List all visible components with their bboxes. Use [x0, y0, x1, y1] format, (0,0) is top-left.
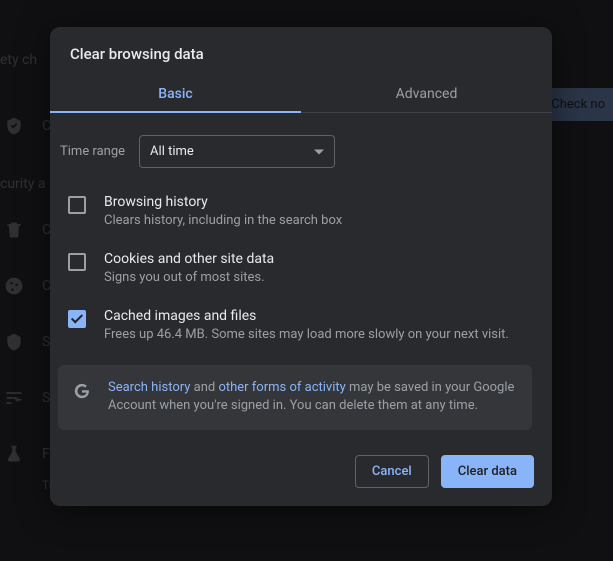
option-desc: Signs you out of most sites. — [104, 269, 532, 288]
time-range-value: All time — [150, 144, 194, 159]
option-title: Cookies and other site data — [104, 251, 532, 267]
checkbox-browsing-history[interactable] — [68, 196, 86, 214]
option-title: Browsing history — [104, 194, 532, 210]
dialog-tabs: Basic Advanced — [50, 75, 552, 113]
checkbox-cookies[interactable] — [68, 253, 86, 271]
tab-basic[interactable]: Basic — [50, 75, 301, 112]
time-range-label: Time range — [60, 144, 125, 159]
clear-browsing-data-dialog: Clear browsing data Basic Advanced Time … — [50, 27, 552, 506]
time-range-select[interactable]: All time — [139, 135, 335, 168]
clear-data-button[interactable]: Clear data — [441, 455, 534, 488]
option-cached[interactable]: Cached images and files Frees up 46.4 MB… — [58, 298, 532, 355]
option-browsing-history[interactable]: Browsing history Clears history, includi… — [58, 184, 532, 241]
search-history-link[interactable]: Search history — [108, 380, 190, 395]
cancel-button[interactable]: Cancel — [355, 455, 429, 488]
option-desc: Clears history, including in the search … — [104, 212, 532, 231]
chevron-down-icon — [314, 149, 324, 154]
google-icon — [72, 381, 92, 401]
tab-advanced[interactable]: Advanced — [301, 75, 552, 112]
option-desc: Frees up 46.4 MB. Some sites may load mo… — [104, 326, 532, 345]
other-activity-link[interactable]: other forms of activity — [218, 380, 345, 395]
dialog-title: Clear browsing data — [50, 27, 552, 75]
option-title: Cached images and files — [104, 308, 532, 324]
checkbox-cached[interactable] — [68, 310, 86, 328]
option-cookies[interactable]: Cookies and other site data Signs you ou… — [58, 241, 532, 298]
google-account-info: Search history and other forms of activi… — [58, 365, 532, 431]
